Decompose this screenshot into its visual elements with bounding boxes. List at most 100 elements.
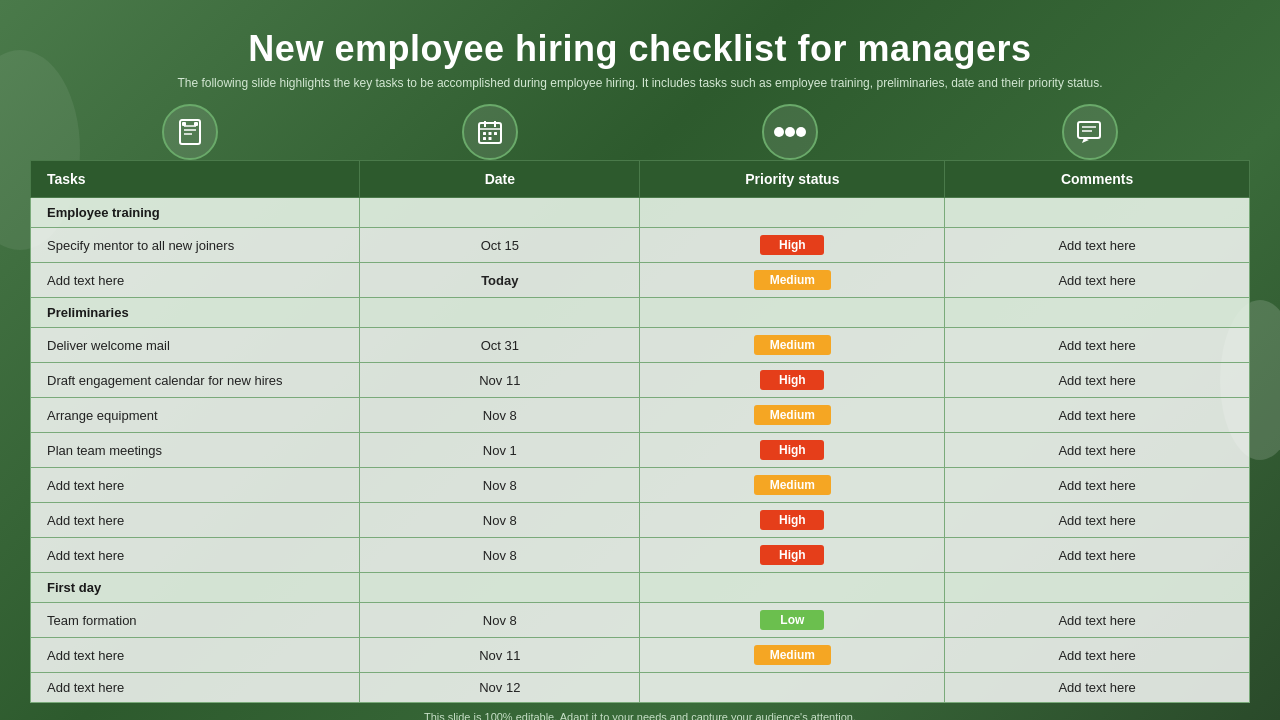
cell-comments: Add text here bbox=[945, 503, 1250, 538]
cell-comments bbox=[945, 573, 1250, 603]
svg-rect-4 bbox=[182, 122, 186, 126]
cell-date: Nov 1 bbox=[360, 433, 640, 468]
checklist-table-wrapper: Tasks Date Priority status Comments Empl… bbox=[30, 160, 1250, 703]
cell-priority: High bbox=[640, 503, 945, 538]
cell-comments: Add text here bbox=[945, 228, 1250, 263]
cell-priority: Medium bbox=[640, 328, 945, 363]
cell-task: Plan team meetings bbox=[31, 433, 360, 468]
cell-comments: Add text here bbox=[945, 638, 1250, 673]
cell-task: Add text here bbox=[31, 673, 360, 703]
svg-rect-12 bbox=[494, 132, 497, 135]
col-header-tasks: Tasks bbox=[31, 161, 360, 198]
svg-point-15 bbox=[774, 127, 784, 137]
svg-rect-14 bbox=[489, 137, 492, 140]
table-row: Add text hereNov 8HighAdd text here bbox=[31, 538, 1250, 573]
priority-badge: High bbox=[760, 440, 824, 460]
section-row: Employee training bbox=[31, 198, 1250, 228]
footer-text: This slide is 100% editable. Adapt it to… bbox=[20, 703, 1260, 720]
cell-task: Arrange equipment bbox=[31, 398, 360, 433]
cell-priority bbox=[640, 573, 945, 603]
table-row: Plan team meetingsNov 1 High Add text here bbox=[31, 433, 1250, 468]
cell-comments bbox=[945, 298, 1250, 328]
table-row: Arrange equipmentNov 8MediumAdd text her… bbox=[31, 398, 1250, 433]
svg-rect-5 bbox=[194, 122, 198, 126]
svg-rect-10 bbox=[483, 132, 486, 135]
priority-badge: Medium bbox=[754, 270, 831, 290]
table-row: Add text hereNov 12Add text here bbox=[31, 673, 1250, 703]
cell-task: Add text here bbox=[31, 468, 360, 503]
cell-comments: Add text here bbox=[945, 433, 1250, 468]
checklist-table: Tasks Date Priority status Comments Empl… bbox=[30, 160, 1250, 703]
slide-container: New employee hiring checklist for manage… bbox=[20, 10, 1260, 720]
cell-date: Nov 11 bbox=[360, 638, 640, 673]
cell-priority: High bbox=[640, 538, 945, 573]
cell-task: Specify mentor to all new joiners bbox=[31, 228, 360, 263]
cell-date: Nov 11 bbox=[360, 363, 640, 398]
cell-priority: High bbox=[640, 228, 945, 263]
cell-comments: Add text here bbox=[945, 363, 1250, 398]
cell-date: Nov 8 bbox=[360, 603, 640, 638]
priority-badge: High bbox=[760, 545, 824, 565]
cell-date: Nov 12 bbox=[360, 673, 640, 703]
cell-comments: Add text here bbox=[945, 603, 1250, 638]
table-row: Deliver welcome mailOct 31 Medium Add text… bbox=[31, 328, 1250, 363]
cell-priority: Medium bbox=[640, 638, 945, 673]
cell-priority: Medium bbox=[640, 398, 945, 433]
table-row: Add text hereNov 8MediumAdd text here bbox=[31, 468, 1250, 503]
cell-date: Today bbox=[360, 263, 640, 298]
priority-badge: Medium bbox=[754, 335, 831, 355]
cell-priority bbox=[640, 198, 945, 228]
cell-priority bbox=[640, 673, 945, 703]
cell-date: Nov 8 bbox=[360, 468, 640, 503]
table-row: Draft engagement calendar for new hiresN… bbox=[31, 363, 1250, 398]
cell-comments: Add text here bbox=[945, 468, 1250, 503]
svg-point-17 bbox=[796, 127, 806, 137]
table-header-row: Tasks Date Priority status Comments bbox=[31, 161, 1250, 198]
table-row: Add text hereNov 8HighAdd text here bbox=[31, 503, 1250, 538]
page-subtitle: The following slide highlights the key t… bbox=[20, 76, 1260, 104]
cell-date bbox=[360, 298, 640, 328]
cell-task: Team formation bbox=[31, 603, 360, 638]
priority-badge: Medium bbox=[754, 475, 831, 495]
section-row: Preliminaries bbox=[31, 298, 1250, 328]
cell-priority: Medium bbox=[640, 468, 945, 503]
svg-point-16 bbox=[785, 127, 795, 137]
priority-badge: Low bbox=[760, 610, 824, 630]
cell-task: Draft engagement calendar for new hires bbox=[31, 363, 360, 398]
table-row: Add text hereNov 11MediumAdd text here bbox=[31, 638, 1250, 673]
priority-badge: High bbox=[760, 510, 824, 530]
svg-rect-18 bbox=[1078, 122, 1100, 138]
cell-date: Nov 8 bbox=[360, 503, 640, 538]
icons-row bbox=[20, 104, 1260, 160]
cell-task: Add text here bbox=[31, 638, 360, 673]
cell-comments: Add text here bbox=[945, 398, 1250, 433]
cell-comments: Add text here bbox=[945, 538, 1250, 573]
cell-date: Nov 8 bbox=[360, 538, 640, 573]
cell-task: Employee training bbox=[31, 198, 360, 228]
cell-comments: Add text here bbox=[945, 263, 1250, 298]
priority-badge: Medium bbox=[754, 645, 831, 665]
table-row: Team formationNov 8 Low Add text here bbox=[31, 603, 1250, 638]
tasks-icon bbox=[162, 104, 218, 160]
col-header-comments: Comments bbox=[945, 161, 1250, 198]
priority-icon bbox=[762, 104, 818, 160]
cell-task: Add text here bbox=[31, 263, 360, 298]
col-header-priority: Priority status bbox=[640, 161, 945, 198]
cell-date: Oct 31 bbox=[360, 328, 640, 363]
table-row: Add text hereTodayMediumAdd text here bbox=[31, 263, 1250, 298]
cell-comments bbox=[945, 198, 1250, 228]
cell-comments: Add text here bbox=[945, 328, 1250, 363]
cell-priority: Medium bbox=[640, 263, 945, 298]
cell-task: First day bbox=[31, 573, 360, 603]
priority-badge: High bbox=[760, 235, 824, 255]
cell-task: Add text here bbox=[31, 503, 360, 538]
cell-task: Preliminaries bbox=[31, 298, 360, 328]
page-title: New employee hiring checklist for manage… bbox=[20, 10, 1260, 76]
cell-task: Add text here bbox=[31, 538, 360, 573]
cell-date bbox=[360, 198, 640, 228]
svg-rect-11 bbox=[489, 132, 492, 135]
cell-task: Deliver welcome mail bbox=[31, 328, 360, 363]
cell-date: Nov 8 bbox=[360, 398, 640, 433]
cell-priority: High bbox=[640, 363, 945, 398]
section-row: First day bbox=[31, 573, 1250, 603]
